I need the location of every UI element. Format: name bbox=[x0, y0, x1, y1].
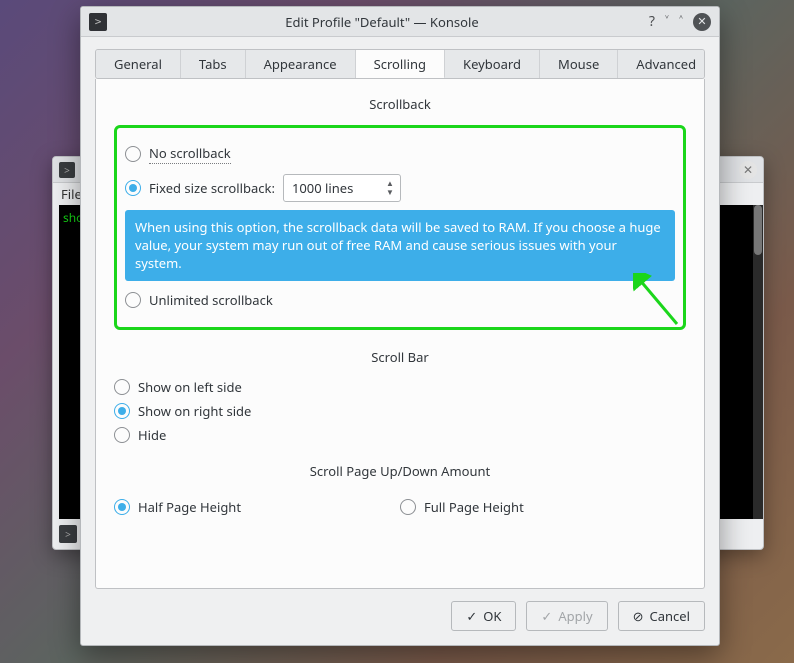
background-close-icon: ✕ bbox=[739, 161, 757, 179]
scrolling-panel: Scrollback No scrollback Fixed size scro… bbox=[95, 79, 705, 589]
chevron-down-icon[interactable]: ▼ bbox=[386, 189, 394, 197]
radio-icon bbox=[114, 499, 130, 515]
radio-icon bbox=[125, 146, 141, 162]
scrollbar-right-label: Show on right side bbox=[138, 402, 251, 420]
tabbar: General Tabs Appearance Scrolling Keyboa… bbox=[95, 49, 705, 79]
minimize-icon[interactable]: ˅ bbox=[665, 12, 669, 31]
radio-unlimited-scrollback[interactable]: Unlimited scrollback bbox=[125, 291, 675, 309]
radio-icon bbox=[400, 499, 416, 515]
radio-half-page[interactable]: Half Page Height bbox=[114, 498, 400, 516]
konsole-app-icon bbox=[89, 13, 107, 31]
scrollback-info-banner: When using this option, the scrollback d… bbox=[125, 210, 675, 281]
dialog-title: Edit Profile "Default" — Konsole bbox=[115, 13, 649, 31]
tab-scrolling[interactable]: Scrolling bbox=[356, 50, 445, 79]
radio-icon bbox=[114, 427, 130, 443]
radio-icon bbox=[125, 180, 141, 196]
tab-appearance[interactable]: Appearance bbox=[246, 50, 356, 78]
tab-advanced[interactable]: Advanced bbox=[618, 50, 705, 78]
radio-icon bbox=[125, 292, 141, 308]
help-icon[interactable]: ? bbox=[649, 12, 655, 31]
scrollback-highlight: No scrollback Fixed size scrollback: 100… bbox=[114, 125, 686, 330]
scrollback-heading: Scrollback bbox=[114, 95, 686, 113]
no-scrollback-label: No scrollback bbox=[149, 144, 231, 164]
spinbox-steppers[interactable]: ▲ ▼ bbox=[386, 180, 394, 197]
scrollbar-hide-label: Hide bbox=[138, 426, 166, 444]
terminal-icon: > bbox=[59, 162, 75, 178]
dialog-button-row: ✓ OK ✓ Apply ⊘ Cancel bbox=[95, 589, 705, 631]
check-icon: ✓ bbox=[541, 607, 552, 625]
scrollback-lines-spinbox[interactable]: 1000 lines ▲ ▼ bbox=[283, 174, 401, 202]
radio-fixed-scrollback[interactable]: Fixed size scrollback: 1000 lines ▲ ▼ bbox=[125, 174, 675, 202]
check-icon: ✓ bbox=[466, 607, 477, 625]
dialog-titlebar[interactable]: Edit Profile "Default" — Konsole ? ˅ ˄ ✕ bbox=[81, 7, 719, 37]
ok-button[interactable]: ✓ OK bbox=[451, 601, 516, 631]
cancel-button[interactable]: ⊘ Cancel bbox=[618, 601, 705, 631]
tab-tabs[interactable]: Tabs bbox=[181, 50, 246, 78]
scrollbar-heading: Scroll Bar bbox=[114, 348, 686, 366]
radio-icon bbox=[114, 379, 130, 395]
apply-button[interactable]: ✓ Apply bbox=[526, 601, 607, 631]
spinbox-value: 1000 lines bbox=[292, 179, 353, 197]
unlimited-scrollback-label: Unlimited scrollback bbox=[149, 291, 273, 309]
radio-scrollbar-hide[interactable]: Hide bbox=[114, 426, 686, 444]
radio-scrollbar-left[interactable]: Show on left side bbox=[114, 378, 686, 396]
tab-mouse[interactable]: Mouse bbox=[540, 50, 618, 78]
fixed-scrollback-label: Fixed size scrollback: bbox=[149, 179, 275, 197]
scrollbar-left-label: Show on left side bbox=[138, 378, 242, 396]
radio-icon bbox=[114, 403, 130, 419]
tab-general[interactable]: General bbox=[96, 50, 181, 78]
close-icon[interactable]: ✕ bbox=[693, 13, 711, 31]
full-page-label: Full Page Height bbox=[424, 498, 524, 516]
cancel-icon: ⊘ bbox=[633, 607, 644, 625]
maximize-icon[interactable]: ˄ bbox=[679, 12, 683, 31]
tab-keyboard[interactable]: Keyboard bbox=[445, 50, 540, 78]
background-scrollbar bbox=[753, 205, 763, 519]
edit-profile-dialog: Edit Profile "Default" — Konsole ? ˅ ˄ ✕… bbox=[80, 6, 720, 646]
scrollpage-heading: Scroll Page Up/Down Amount bbox=[114, 462, 686, 480]
menu-file: File bbox=[61, 185, 82, 203]
radio-scrollbar-right[interactable]: Show on right side bbox=[114, 402, 686, 420]
half-page-label: Half Page Height bbox=[138, 498, 241, 516]
radio-no-scrollback[interactable]: No scrollback bbox=[125, 144, 675, 164]
radio-full-page[interactable]: Full Page Height bbox=[400, 498, 686, 516]
background-status-icon: > bbox=[59, 525, 77, 543]
